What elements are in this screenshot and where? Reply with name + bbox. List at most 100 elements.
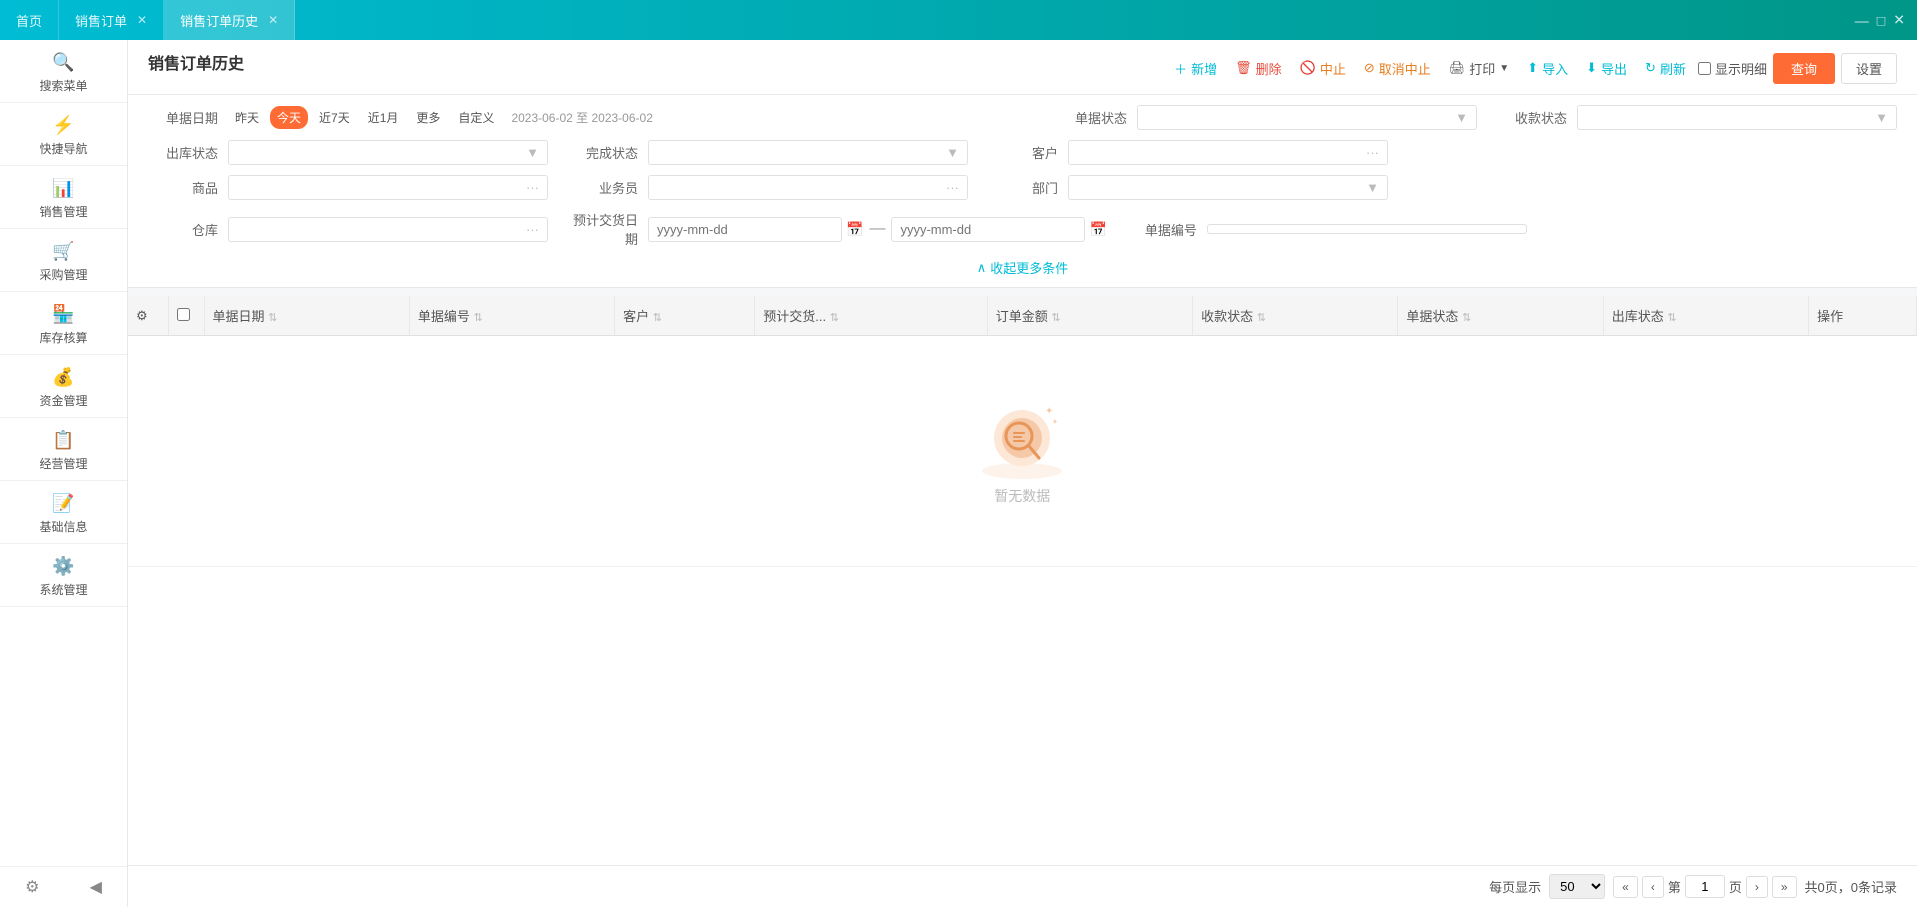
tab-sales-history-close[interactable]: ✕	[268, 13, 278, 27]
tab-home[interactable]: 首页	[0, 0, 59, 40]
prev-page-btn[interactable]: ‹	[1642, 876, 1664, 898]
warehouse-more-icon[interactable]: ···	[526, 222, 539, 237]
page-title: 销售订单历史	[148, 50, 244, 74]
settings-gear-icon[interactable]: ⚙	[136, 308, 148, 323]
sidebar-item-system[interactable]: ⚙️ 系统管理	[0, 544, 127, 607]
cancel-stop-btn[interactable]: ⊘ 取消中止	[1358, 55, 1437, 82]
delivery-date-end-input[interactable]	[891, 217, 1085, 242]
doc-number-input[interactable]	[1207, 224, 1527, 234]
finance-icon: 💰	[52, 367, 74, 388]
collapse-row[interactable]: ∧ 收起更多条件	[148, 258, 1897, 277]
col-receipt-status[interactable]: 收款状态 ⇅	[1193, 296, 1398, 336]
status-arrow-icon: ▼	[1455, 110, 1468, 125]
status-select[interactable]: ▼	[1137, 105, 1477, 130]
col-checkbox[interactable]	[168, 296, 204, 336]
sidebar-item-sales[interactable]: 📊 销售管理	[0, 166, 127, 229]
customer-input[interactable]: ···	[1068, 140, 1388, 165]
window-controls: — □ ✕	[1855, 12, 1905, 29]
calendar-start-icon[interactable]: 📅	[846, 221, 863, 238]
col-number-sort-icon[interactable]: ⇅	[473, 312, 482, 324]
sidebar-item-finance[interactable]: 💰 资金管理	[0, 355, 127, 418]
tab-sales-history[interactable]: 销售订单历史 ✕	[164, 0, 295, 40]
sidebar-item-quicknav[interactable]: ⚡ 快捷导航	[0, 103, 127, 166]
goods-more-icon[interactable]: ···	[526, 180, 539, 195]
display-cols-label: 显示明细	[1715, 59, 1767, 78]
col-number[interactable]: 单据编号 ⇅	[409, 296, 614, 336]
settings-button[interactable]: 设置	[1841, 53, 1897, 84]
select-all-checkbox[interactable]	[177, 308, 190, 321]
col-receipt-sort-icon[interactable]: ⇅	[1257, 312, 1266, 324]
warehouse-input[interactable]: ···	[228, 217, 548, 242]
maximize-btn[interactable]: □	[1877, 12, 1885, 28]
new-btn[interactable]: ＋ 新增	[1168, 55, 1223, 82]
sidebar-item-basics[interactable]: 📝 基础信息	[0, 481, 127, 544]
display-cols-wrap[interactable]: 显示明细	[1698, 59, 1767, 78]
col-amount[interactable]: 订单金额 ⇅	[987, 296, 1192, 336]
completion-select[interactable]: ▼	[648, 140, 968, 165]
date-btn-yesterday[interactable]: 昨天	[228, 106, 266, 129]
col-doc-status[interactable]: 单据状态 ⇅	[1398, 296, 1603, 336]
receipt-status-select[interactable]: ▼	[1577, 105, 1897, 130]
sidebar-bottom: ⚙ ◀	[0, 866, 127, 907]
col-outbound-status[interactable]: 出库状态 ⇅	[1603, 296, 1808, 336]
print-btn[interactable]: 🖨 打印 ▼	[1443, 55, 1515, 82]
sidebar-item-inventory[interactable]: 🏪 库存核算	[0, 292, 127, 355]
export-btn[interactable]: ⬇ 导出	[1580, 55, 1633, 82]
col-amount-sort-icon[interactable]: ⇅	[1051, 312, 1060, 324]
col-customer[interactable]: 客户 ⇅	[615, 296, 755, 336]
delete-btn[interactable]: 🗑 删除	[1229, 55, 1288, 82]
date-btn-more[interactable]: 更多	[409, 106, 447, 129]
next-page-btn[interactable]: ›	[1746, 876, 1768, 898]
sidebar-settings-icon[interactable]: ⚙	[25, 877, 39, 897]
col-delivery-sort-icon[interactable]: ⇅	[830, 312, 839, 324]
salesperson-more-icon[interactable]: ···	[946, 180, 959, 195]
current-page-input[interactable]	[1685, 875, 1725, 898]
display-cols-checkbox[interactable]	[1698, 62, 1711, 75]
col-customer-sort-icon[interactable]: ⇅	[653, 312, 662, 324]
department-select[interactable]: ▼	[1068, 175, 1388, 200]
sidebar-item-operations[interactable]: 📋 经营管理	[0, 418, 127, 481]
outbound-select[interactable]: ▼	[228, 140, 548, 165]
query-button[interactable]: 查询	[1773, 53, 1835, 84]
delivery-date-start-input[interactable]	[648, 217, 842, 242]
salesperson-input[interactable]: ···	[648, 175, 968, 200]
refresh-btn[interactable]: ↻ 刷新	[1639, 55, 1692, 82]
stop-btn[interactable]: 🚫 中止	[1294, 55, 1352, 82]
warehouse-label: 仓库	[148, 220, 228, 239]
goods-input[interactable]: ···	[228, 175, 548, 200]
filter-area: 单据日期 昨天 今天 近7天 近1月 更多 自定义 2023-06-02 至 2…	[128, 95, 1917, 288]
first-page-btn[interactable]: «	[1613, 876, 1638, 898]
per-page-select[interactable]: 50 10 20 100	[1549, 874, 1605, 899]
cancel-stop-label: 取消中止	[1379, 59, 1431, 78]
basics-icon: 📝	[52, 493, 74, 514]
sidebar-item-basics-label: 基础信息	[39, 518, 87, 535]
date-btn-7days[interactable]: 近7天	[312, 106, 357, 129]
col-outbound-sort-icon[interactable]: ⇅	[1667, 312, 1676, 324]
department-label: 部门	[988, 178, 1068, 197]
tab-sales-order[interactable]: 销售订单 ✕	[59, 0, 164, 40]
sidebar-item-purchase-label: 采购管理	[39, 266, 87, 283]
sidebar: 🔍 搜索菜单 ⚡ 快捷导航 📊 销售管理 🛒 采购管理 🏪 库存核算 💰 资金管…	[0, 40, 128, 907]
minimize-btn[interactable]: —	[1855, 12, 1869, 28]
calendar-end-icon[interactable]: 📅	[1089, 221, 1106, 238]
filter-row-3: 商品 ··· 业务员 ··· 部门 ▼	[148, 175, 1897, 200]
col-date-sort-icon[interactable]: ⇅	[268, 312, 277, 324]
sidebar-collapse-icon[interactable]: ◀	[90, 877, 102, 897]
tab-sales-order-close[interactable]: ✕	[137, 13, 147, 27]
close-btn[interactable]: ✕	[1893, 12, 1905, 29]
sidebar-item-search[interactable]: 🔍 搜索菜单	[0, 40, 127, 103]
sidebar-item-purchase[interactable]: 🛒 采购管理	[0, 229, 127, 292]
col-settings[interactable]: ⚙	[128, 296, 168, 336]
customer-more-icon[interactable]: ···	[1366, 145, 1379, 160]
col-delivery[interactable]: 预计交货... ⇅	[755, 296, 987, 336]
date-btn-custom[interactable]: 自定义	[451, 106, 501, 129]
delete-icon: 🗑	[1235, 60, 1252, 76]
import-btn[interactable]: ⬆ 导入	[1521, 55, 1574, 82]
date-btn-1month[interactable]: 近1月	[361, 106, 406, 129]
sidebar-item-operations-label: 经营管理	[39, 455, 87, 472]
col-date[interactable]: 单据日期 ⇅	[204, 296, 409, 336]
sidebar-item-sales-label: 销售管理	[39, 203, 87, 220]
col-doc-sort-icon[interactable]: ⇅	[1462, 312, 1471, 324]
date-btn-today[interactable]: 今天	[270, 106, 308, 129]
last-page-btn[interactable]: »	[1772, 876, 1797, 898]
